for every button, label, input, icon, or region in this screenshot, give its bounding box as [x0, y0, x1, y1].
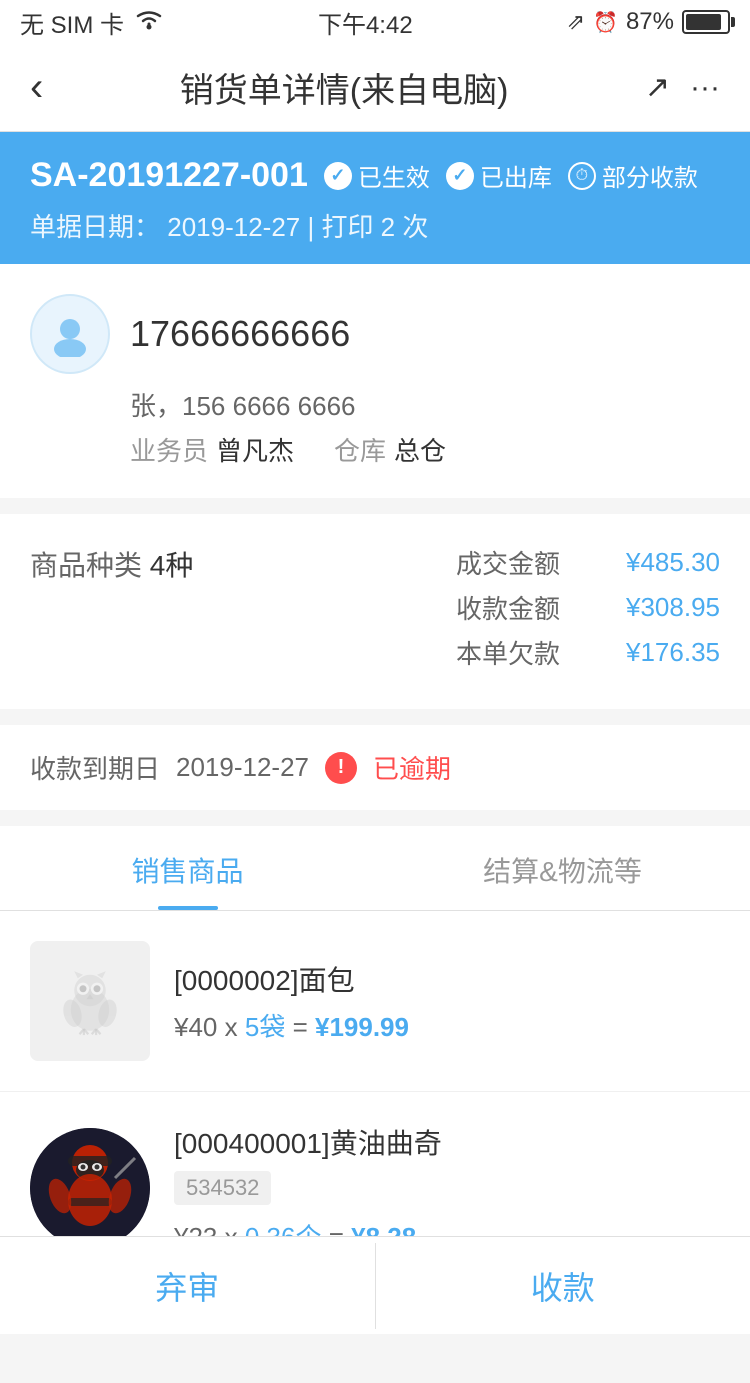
battery-icon — [682, 10, 730, 34]
alarm-icon: ⏰ — [593, 10, 618, 35]
status-effective: ✓ 已生效 — [324, 158, 430, 193]
battery-percent: 87% — [626, 8, 674, 36]
more-button[interactable]: ··· — [690, 71, 720, 105]
owed-item: 本单欠款 ¥176.35 — [456, 634, 720, 671]
customer-avatar — [30, 294, 110, 374]
page-title: 销货单详情(来自电脑) — [180, 63, 509, 112]
product-list: [0000002]面包 ¥40 x 5袋 = ¥199.99 — [0, 911, 750, 1285]
product-types: 商品种类 4种 — [30, 544, 193, 584]
product-1-total: ¥199.99 — [315, 1012, 409, 1042]
product-1-thumb — [30, 941, 150, 1061]
warehouse-label: 仓库 — [334, 431, 386, 468]
location-icon: ⇗ — [567, 9, 585, 35]
order-date: 2019-12-27 — [167, 212, 300, 242]
order-status-row: SA-20191227-001 ✓ 已生效 ✓ 已出库 ⏱ 部分收款 — [30, 156, 720, 195]
product-count: 4种 — [150, 550, 194, 581]
check-icon-1: ✓ — [324, 162, 352, 190]
warehouse-value: 总仓 — [394, 431, 446, 468]
carrier-label: 无 SIM 卡 — [20, 5, 124, 40]
owed-value: ¥176.35 — [580, 637, 720, 668]
received-item: 收款金额 ¥308.95 — [456, 589, 720, 626]
status-right: ⇗ ⏰ 87% — [567, 8, 730, 36]
customer-row: 17666666666 — [30, 294, 720, 374]
customer-name: 17666666666 — [130, 313, 350, 355]
tabs-section: 销售商品 结算&物流等 — [0, 826, 750, 911]
status-time: 下午4:42 — [318, 5, 413, 40]
product-2-name: [000400001]黄油曲奇 — [174, 1122, 720, 1162]
nav-bar: ‹ 销货单详情(来自电脑) ↗ ··· — [0, 44, 750, 132]
amount-value: ¥485.30 — [580, 547, 720, 578]
tab-sales-products[interactable]: 销售商品 — [0, 826, 375, 910]
tabs-row: 销售商品 结算&物流等 — [0, 826, 750, 911]
wifi-icon — [134, 8, 164, 37]
cancel-audit-button[interactable]: 弃审 — [0, 1243, 376, 1329]
order-id: SA-20191227-001 — [30, 156, 308, 195]
back-button[interactable]: ‹ — [30, 65, 43, 110]
status-shipped: ✓ 已出库 — [446, 158, 552, 193]
bottom-bar: 弃审 收款 — [0, 1236, 750, 1334]
sales-person-label: 业务员 — [130, 431, 208, 468]
stats-row: 商品种类 4种 成交金额 ¥485.30 收款金额 ¥308.95 本单欠款 ¥… — [30, 544, 720, 679]
product-item: [0000002]面包 ¥40 x 5袋 = ¥199.99 — [0, 911, 750, 1092]
share-button[interactable]: ↗ — [645, 70, 670, 105]
order-header: SA-20191227-001 ✓ 已生效 ✓ 已出库 ⏱ 部分收款 单据日期：… — [0, 132, 750, 264]
product-1-price: ¥40 x 5袋 = ¥199.99 — [174, 1007, 720, 1044]
product-1-info: [0000002]面包 ¥40 x 5袋 = ¥199.99 — [174, 959, 720, 1044]
status-partial: ⏱ 部分收款 — [568, 158, 698, 193]
product-1-name: [0000002]面包 — [174, 959, 720, 999]
check-icon-2: ✓ — [446, 162, 474, 190]
amount-item: 成交金额 ¥485.30 — [456, 544, 720, 581]
tab-settlement[interactable]: 结算&物流等 — [375, 826, 750, 910]
product-2-sku: 534532 — [174, 1171, 271, 1205]
product-2-thumb — [30, 1128, 150, 1248]
received-value: ¥308.95 — [580, 592, 720, 623]
due-date-section: 收款到期日 2019-12-27 ! 已逾期 — [0, 725, 750, 810]
amounts-right: 成交金额 ¥485.30 收款金额 ¥308.95 本单欠款 ¥176.35 — [456, 544, 720, 679]
sales-person-value: 曾凡杰 — [216, 431, 294, 468]
order-date-row: 单据日期： 2019-12-27 | 打印 2 次 — [30, 207, 720, 244]
status-left: 无 SIM 卡 — [20, 5, 164, 40]
warehouse-item: 仓库 总仓 — [334, 431, 446, 468]
due-date-label: 收款到期日 — [30, 749, 160, 786]
sales-person-item: 业务员 曾凡杰 — [130, 431, 294, 468]
clock-icon: ⏱ — [568, 162, 596, 190]
product-2-info: [000400001]黄油曲奇 534532 ¥23 x 0.36个 = ¥8.… — [174, 1122, 720, 1254]
overdue-text: 已逾期 — [373, 749, 451, 786]
product-1-qty: 5袋 — [245, 1012, 285, 1042]
stats-section: 商品种类 4种 成交金额 ¥485.30 收款金额 ¥308.95 本单欠款 ¥… — [0, 514, 750, 709]
due-date-value: 2019-12-27 — [176, 752, 309, 783]
status-bar: 无 SIM 卡 下午4:42 ⇗ ⏰ 87% — [0, 0, 750, 44]
customer-detail: 张，156 6666 6666 — [30, 386, 720, 423]
nav-actions: ↗ ··· — [645, 70, 720, 105]
collect-payment-button[interactable]: 收款 — [376, 1243, 750, 1329]
customer-section: 17666666666 张，156 6666 6666 业务员 曾凡杰 仓库 总… — [0, 264, 750, 498]
overdue-icon: ! — [325, 752, 357, 784]
customer-info-row: 业务员 曾凡杰 仓库 总仓 — [30, 431, 720, 468]
